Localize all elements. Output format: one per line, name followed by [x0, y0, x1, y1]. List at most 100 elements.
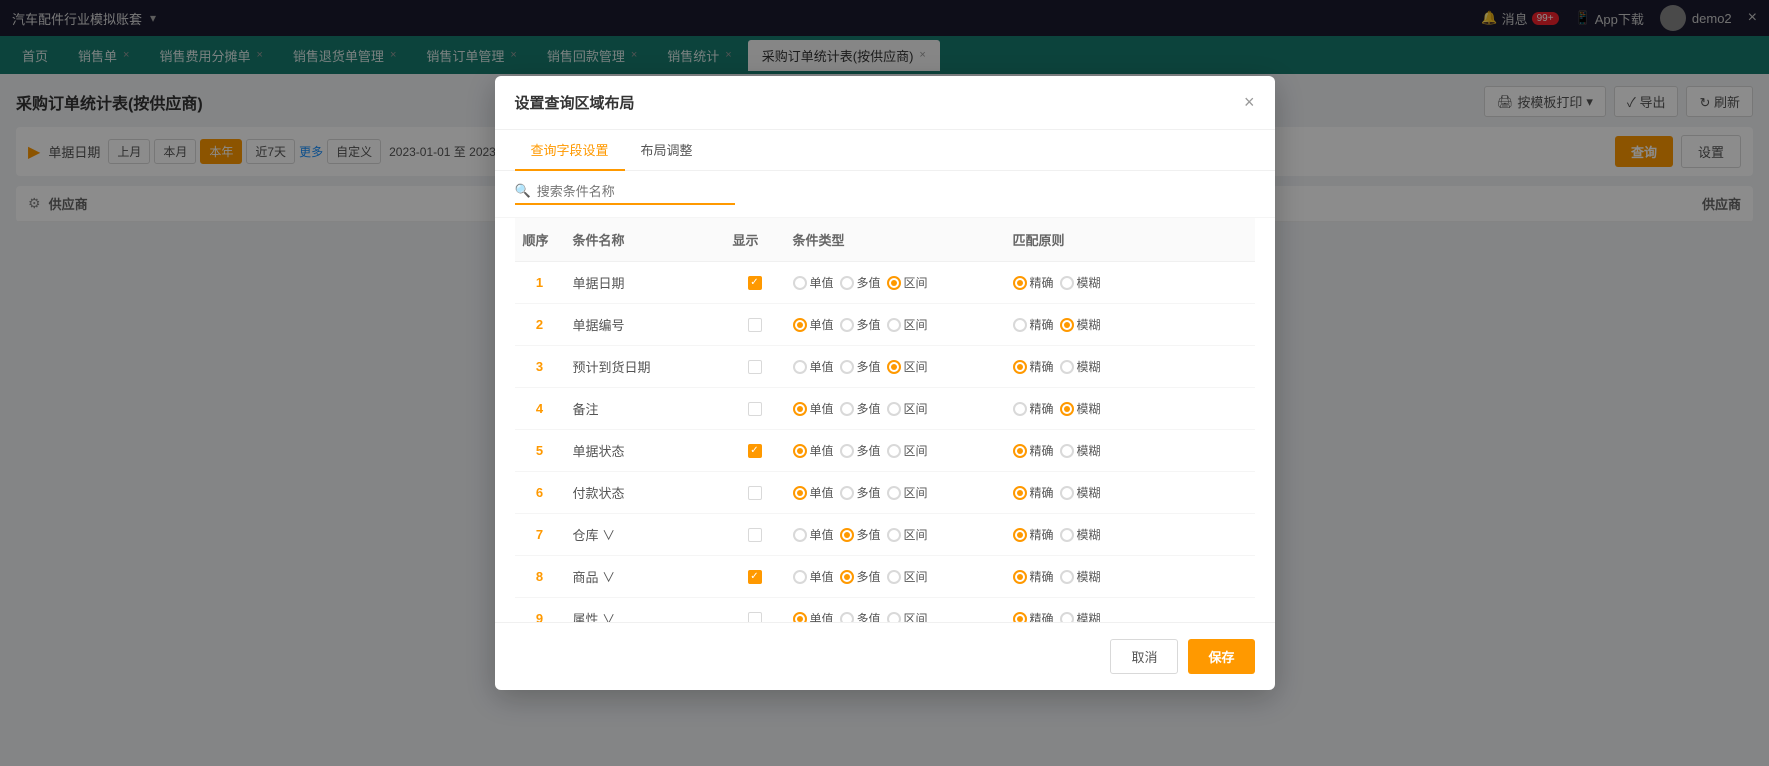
radio-match-exact[interactable]: 精确 [1013, 274, 1054, 291]
row-type-radios: 单值多值区间 [785, 352, 1005, 381]
radio-match-fuzzy[interactable]: 模糊 [1060, 526, 1101, 543]
radio-circle-icon [840, 276, 854, 290]
radio-type-range[interactable]: 区间 [887, 274, 928, 291]
radio-type-single[interactable]: 单值 [793, 442, 834, 459]
radio-type-range[interactable]: 区间 [887, 484, 928, 501]
row-display-checkbox[interactable] [725, 396, 785, 422]
radio-type-multi[interactable]: 多值 [840, 610, 881, 622]
cancel-button[interactable]: 取消 [1110, 639, 1178, 674]
radio-type-multi[interactable]: 多值 [840, 400, 881, 417]
row-name: 属性 ∨ [565, 603, 725, 622]
row-display-checkbox[interactable]: ✓ [725, 564, 785, 590]
checkbox-icon[interactable]: ✓ [748, 570, 762, 584]
checkbox-icon[interactable] [748, 528, 762, 542]
radio-type-range[interactable]: 区间 [887, 400, 928, 417]
checkbox-icon[interactable] [748, 360, 762, 374]
radio-circle-icon [793, 444, 807, 458]
radio-match-exact[interactable]: 精确 [1013, 610, 1054, 622]
modal-close-button[interactable]: × [1244, 92, 1255, 113]
radio-match-fuzzy[interactable]: 模糊 [1060, 568, 1101, 585]
radio-match-fuzzy[interactable]: 模糊 [1060, 400, 1101, 417]
radio-circle-icon [793, 570, 807, 584]
radio-type-multi[interactable]: 多值 [840, 274, 881, 291]
modal-tab-query-fields[interactable]: 查询字段设置 [515, 130, 625, 171]
row-order: 1 [515, 269, 565, 296]
radio-match-exact[interactable]: 精确 [1013, 316, 1054, 333]
radio-circle-icon [887, 360, 901, 374]
row-display-checkbox[interactable] [725, 312, 785, 338]
radio-match-exact[interactable]: 精确 [1013, 442, 1054, 459]
radio-circle-icon [840, 528, 854, 542]
checkbox-icon[interactable]: ✓ [748, 444, 762, 458]
row-match-radios: 精确模糊 [1005, 520, 1205, 549]
radio-match-fuzzy[interactable]: 模糊 [1060, 442, 1101, 459]
checkbox-icon[interactable] [748, 612, 762, 623]
search-input[interactable] [537, 184, 717, 199]
radio-circle-icon [1013, 276, 1027, 290]
settings-modal: 设置查询区域布局 × 查询字段设置 布局调整 🔍 [495, 76, 1275, 690]
row-order: 2 [515, 311, 565, 338]
radio-type-multi[interactable]: 多值 [840, 484, 881, 501]
radio-match-fuzzy[interactable]: 模糊 [1060, 484, 1101, 501]
radio-type-multi[interactable]: 多值 [840, 358, 881, 375]
row-match-radios: 精确模糊 [1005, 352, 1205, 381]
row-display-checkbox[interactable] [725, 354, 785, 380]
radio-type-range[interactable]: 区间 [887, 442, 928, 459]
radio-match-fuzzy[interactable]: 模糊 [1060, 274, 1101, 291]
radio-type-range[interactable]: 区间 [887, 526, 928, 543]
radio-circle-icon [887, 528, 901, 542]
radio-match-fuzzy[interactable]: 模糊 [1060, 316, 1101, 333]
row-match-radios: 精确模糊 [1005, 478, 1205, 507]
radio-match-exact[interactable]: 精确 [1013, 526, 1054, 543]
checkbox-icon[interactable] [748, 402, 762, 416]
radio-circle-icon [1060, 318, 1074, 332]
checkbox-icon[interactable] [748, 318, 762, 332]
row-order: 4 [515, 395, 565, 422]
radio-type-single[interactable]: 单值 [793, 526, 834, 543]
modal-tabs: 查询字段设置 布局调整 [495, 130, 1275, 171]
header-display: 显示 [725, 226, 785, 253]
radio-match-fuzzy[interactable]: 模糊 [1060, 610, 1101, 622]
row-match-radios: 精确模糊 [1005, 562, 1205, 591]
save-button[interactable]: 保存 [1188, 639, 1254, 674]
radio-match-exact[interactable]: 精确 [1013, 358, 1054, 375]
radio-type-single[interactable]: 单值 [793, 358, 834, 375]
radio-circle-icon [1060, 486, 1074, 500]
radio-type-single[interactable]: 单值 [793, 484, 834, 501]
radio-type-multi[interactable]: 多值 [840, 526, 881, 543]
row-display-checkbox[interactable] [725, 522, 785, 548]
radio-type-single[interactable]: 单值 [793, 568, 834, 585]
row-display-checkbox[interactable] [725, 606, 785, 623]
radio-match-fuzzy[interactable]: 模糊 [1060, 358, 1101, 375]
radio-match-exact[interactable]: 精确 [1013, 568, 1054, 585]
radio-type-range[interactable]: 区间 [887, 610, 928, 622]
radio-type-multi[interactable]: 多值 [840, 568, 881, 585]
row-match-radios: 精确模糊 [1005, 604, 1205, 622]
row-order: 3 [515, 353, 565, 380]
checkbox-icon[interactable] [748, 486, 762, 500]
checkbox-icon[interactable]: ✓ [748, 276, 762, 290]
row-name: 仓库 ∨ [565, 519, 725, 550]
radio-circle-icon [887, 276, 901, 290]
radio-type-range[interactable]: 区间 [887, 568, 928, 585]
radio-circle-icon [1060, 528, 1074, 542]
radio-type-range[interactable]: 区间 [887, 316, 928, 333]
table-row: 5单据状态✓单值多值区间精确模糊 [515, 430, 1255, 472]
radio-circle-icon [793, 360, 807, 374]
radio-type-single[interactable]: 单值 [793, 400, 834, 417]
radio-type-multi[interactable]: 多值 [840, 442, 881, 459]
radio-type-single[interactable]: 单值 [793, 274, 834, 291]
radio-type-range[interactable]: 区间 [887, 358, 928, 375]
modal-overlay[interactable]: 设置查询区域布局 × 查询字段设置 布局调整 🔍 [0, 0, 1769, 766]
radio-type-single[interactable]: 单值 [793, 316, 834, 333]
radio-circle-icon [840, 486, 854, 500]
modal-tab-layout[interactable]: 布局调整 [625, 130, 709, 171]
radio-type-multi[interactable]: 多值 [840, 316, 881, 333]
row-display-checkbox[interactable]: ✓ [725, 270, 785, 296]
row-display-checkbox[interactable]: ✓ [725, 438, 785, 464]
radio-match-exact[interactable]: 精确 [1013, 400, 1054, 417]
table-row: 6付款状态单值多值区间精确模糊 [515, 472, 1255, 514]
radio-type-single[interactable]: 单值 [793, 610, 834, 622]
radio-match-exact[interactable]: 精确 [1013, 484, 1054, 501]
row-display-checkbox[interactable] [725, 480, 785, 506]
